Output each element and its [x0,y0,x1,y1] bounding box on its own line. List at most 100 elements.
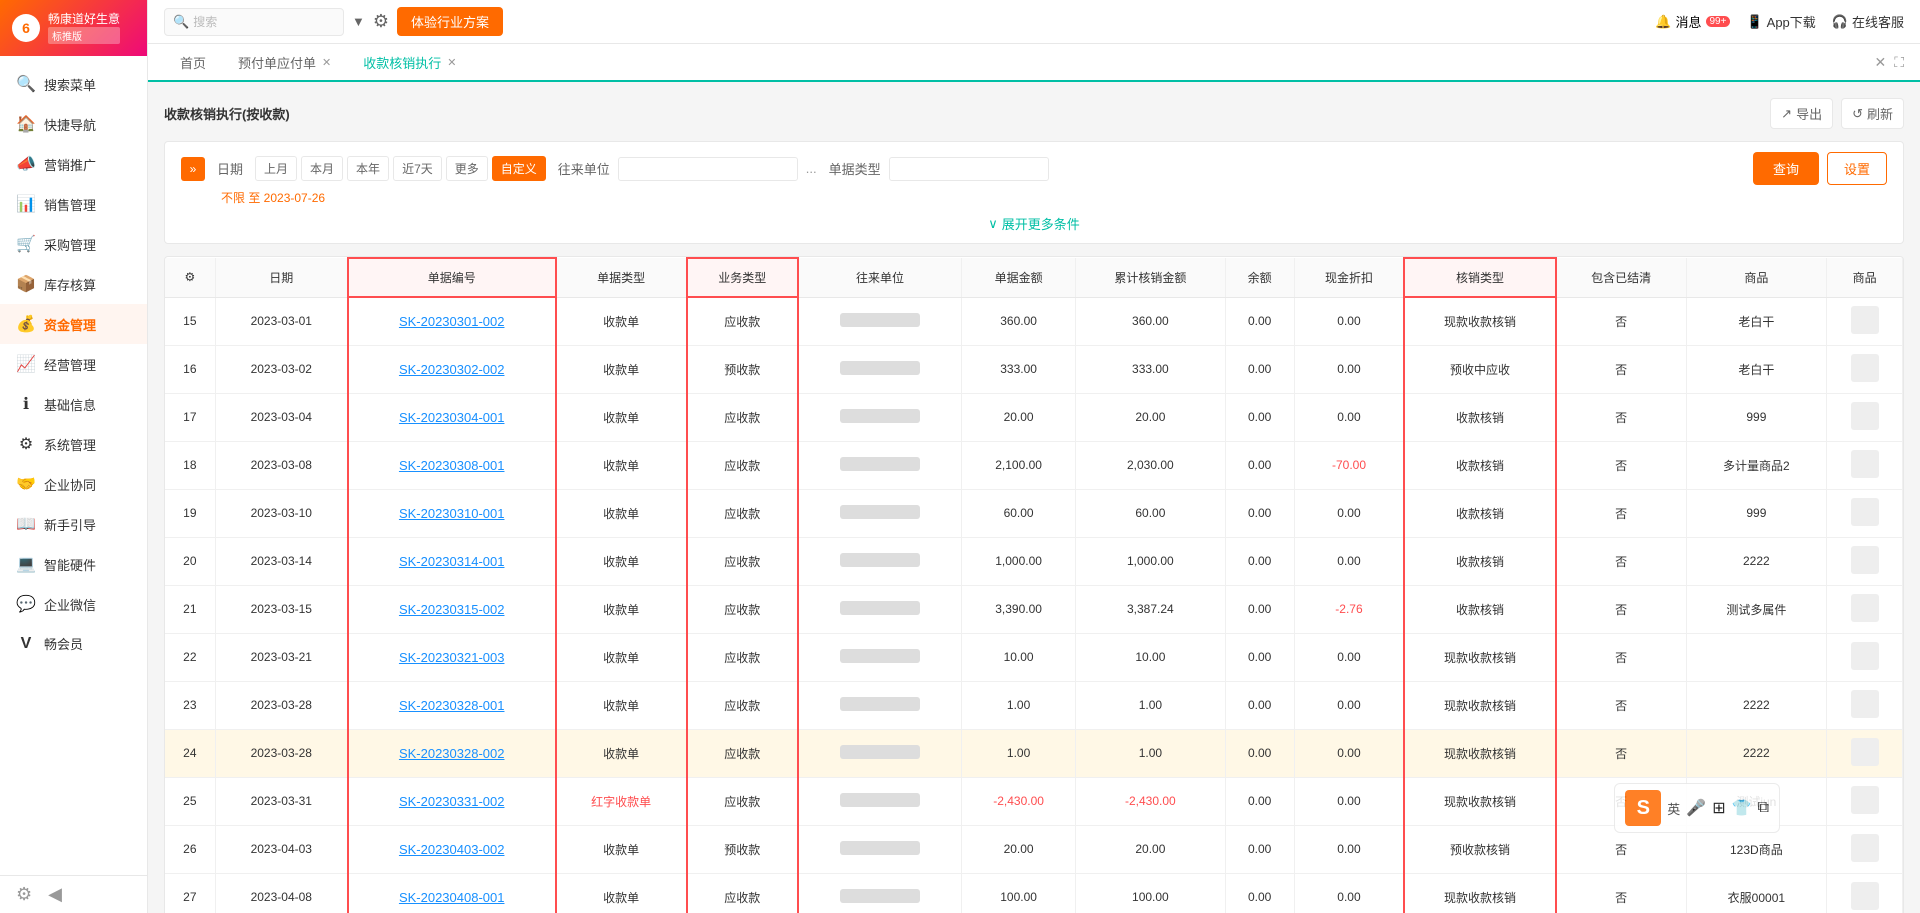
filter-settings-button[interactable]: 设置 [1827,152,1887,185]
tab-writeoff-close[interactable]: ✕ [447,56,456,69]
filter-more[interactable]: 更多 [446,156,488,181]
app-download-button[interactable]: 📱 App下载 [1746,12,1815,31]
sidebar-item-guide[interactable]: 📖 新手引导 [0,504,147,544]
filter-this-year[interactable]: 本年 [347,156,389,181]
app-badge: 标推版 [48,27,120,44]
col-cash-discount[interactable]: 现金折扣 [1294,258,1404,297]
filter-expand-button[interactable]: » [181,157,205,181]
col-doc-type[interactable]: 单据类型 [556,258,687,297]
col-goods2[interactable]: 商品 [1827,258,1903,297]
refresh-label: 刷新 [1867,104,1893,123]
tab-close-all[interactable]: ✕ [1874,54,1886,71]
row-cumulative: 333.00 [1076,345,1226,393]
row-amount: 1.00 [962,729,1076,777]
filter-doctype-select[interactable] [889,157,1049,181]
sidebar-item-nav[interactable]: 🏠 快捷导航 [0,104,147,144]
row-doc-no[interactable]: SK-20230331-002 [348,777,556,825]
row-doc-no[interactable]: SK-20230315-002 [348,585,556,633]
table-row[interactable]: 242023-03-28SK-20230328-002收款单应收款1.001.0… [165,729,1903,777]
row-write-off-type: 收款核销 [1404,441,1555,489]
table-row[interactable]: 222023-03-21SK-20230321-003收款单应收款10.0010… [165,633,1903,681]
sidebar-item-wechat[interactable]: 💬 企业微信 [0,584,147,624]
table-row[interactable]: 172023-03-04SK-20230304-001收款单应收款20.0020… [165,393,1903,441]
sidebar-item-purchase[interactable]: 🛒 采购管理 [0,224,147,264]
refresh-button[interactable]: ↺ 刷新 [1841,98,1904,129]
col-doc-no[interactable]: 单据编号 [348,258,556,297]
row-doc-no[interactable]: SK-20230328-001 [348,681,556,729]
sidebar-item-finance[interactable]: 💰 资金管理 [0,304,147,344]
col-write-off-type[interactable]: 核销类型 [1404,258,1555,297]
col-partner[interactable]: 往来单位 [798,258,962,297]
sidebar-item-system[interactable]: ⚙ 系统管理 [0,424,147,464]
row-amount: 1,000.00 [962,537,1076,585]
row-doc-no[interactable]: SK-20230301-002 [348,297,556,345]
tab-home[interactable]: 首页 [164,45,222,82]
sidebar-item-vip[interactable]: V 畅会员 [0,624,147,663]
industry-button[interactable]: 体验行业方案 [397,7,503,36]
sidebar-item-basic[interactable]: ℹ 基础信息 [0,384,147,424]
row-doc-no[interactable]: SK-20230408-001 [348,873,556,913]
table-row[interactable]: 182023-03-08SK-20230308-001收款单应收款2,100.0… [165,441,1903,489]
settings-bottom-icon[interactable]: ⚙ [16,884,32,905]
search-icon-topbar: 🔍 [173,14,189,30]
tab-writeoff[interactable]: 收款核销执行 ✕ [347,45,472,82]
table-row[interactable]: 192023-03-10SK-20230310-001收款单应收款60.0060… [165,489,1903,537]
notifications-button[interactable]: 🔔 消息 99+ [1655,12,1730,31]
col-date[interactable]: 日期 [215,258,348,297]
export-button[interactable]: ↗ 导出 [1770,98,1833,129]
sidebar-item-marketing[interactable]: 📣 营销推广 [0,144,147,184]
table-row[interactable]: 152023-03-01SK-20230301-002收款单应收款360.003… [165,297,1903,345]
sidebar-item-search[interactable]: 🔍 搜索菜单 [0,64,147,104]
collapse-icon[interactable]: ◀ [48,884,62,905]
row-doc-no[interactable]: SK-20230328-002 [348,729,556,777]
filter-expand-more[interactable]: ∨ 展开更多条件 [181,214,1887,233]
row-doc-no[interactable]: SK-20230308-001 [348,441,556,489]
row-doc-type: 收款单 [556,441,687,489]
filter-last-month[interactable]: 上月 [255,156,297,181]
row-doc-no[interactable]: SK-20230403-002 [348,825,556,873]
tab-prepay-close[interactable]: ✕ [322,56,331,69]
filter-7days[interactable]: 近7天 [393,156,442,181]
sidebar-item-hardware[interactable]: 💻 智能硬件 [0,544,147,584]
filter-this-month[interactable]: 本月 [301,156,343,181]
query-button[interactable]: 查询 [1753,152,1819,185]
row-include-settled: 否 [1556,873,1686,913]
table-row[interactable]: 262023-04-03SK-20230403-002收款单预收款20.0020… [165,825,1903,873]
col-goods[interactable]: 商品 [1686,258,1827,297]
col-cumulative[interactable]: 累计核销金额 [1076,258,1226,297]
col-biz-type[interactable]: 业务类型 [687,258,798,297]
topbar-dropdown[interactable]: ▼ [352,14,365,29]
row-balance: 0.00 [1225,777,1294,825]
filter-partner-input[interactable] [618,157,798,181]
row-balance: 0.00 [1225,729,1294,777]
sidebar-label-nav: 快捷导航 [44,115,96,134]
col-balance[interactable]: 余额 [1225,258,1294,297]
sidebar-item-inventory[interactable]: 📦 库存核算 [0,264,147,304]
row-doc-no[interactable]: SK-20230302-002 [348,345,556,393]
row-goods: 测试jun [1686,777,1827,825]
table-row[interactable]: 162023-03-02SK-20230302-002收款单预收款333.003… [165,345,1903,393]
table-row[interactable]: 212023-03-15SK-20230315-002收款单应收款3,390.0… [165,585,1903,633]
row-doc-no[interactable]: SK-20230310-001 [348,489,556,537]
table-row[interactable]: 232023-03-28SK-20230328-001收款单应收款1.001.0… [165,681,1903,729]
sidebar-item-sales[interactable]: 📊 销售管理 [0,184,147,224]
row-doc-no[interactable]: SK-20230321-003 [348,633,556,681]
table-row[interactable]: 272023-04-08SK-20230408-001收款单应收款100.001… [165,873,1903,913]
filter-custom[interactable]: 自定义 [492,156,546,181]
col-amount[interactable]: 单据金额 [962,258,1076,297]
row-doc-no[interactable]: SK-20230304-001 [348,393,556,441]
table-row[interactable]: 202023-03-14SK-20230314-001收款单应收款1,000.0… [165,537,1903,585]
gear-button[interactable]: ⚙ [373,11,389,32]
sidebar-item-operations[interactable]: 📈 经营管理 [0,344,147,384]
row-write-off-type: 收款核销 [1404,537,1555,585]
tab-prepay[interactable]: 预付单应付单 ✕ [222,45,347,82]
sidebar-item-collab[interactable]: 🤝 企业协同 [0,464,147,504]
col-icon[interactable]: ⚙ [165,258,215,297]
row-doc-no[interactable]: SK-20230314-001 [348,537,556,585]
row-amount: 3,390.00 [962,585,1076,633]
topbar-search-box[interactable]: 🔍 搜索 [164,8,344,36]
col-include-settled[interactable]: 包含已结清 [1556,258,1686,297]
table-row[interactable]: 252023-03-31SK-20230331-002红字收款单应收款-2,43… [165,777,1903,825]
online-support-button[interactable]: 🎧 在线客服 [1832,12,1904,31]
tab-expand[interactable]: ⛶ [1894,54,1904,71]
